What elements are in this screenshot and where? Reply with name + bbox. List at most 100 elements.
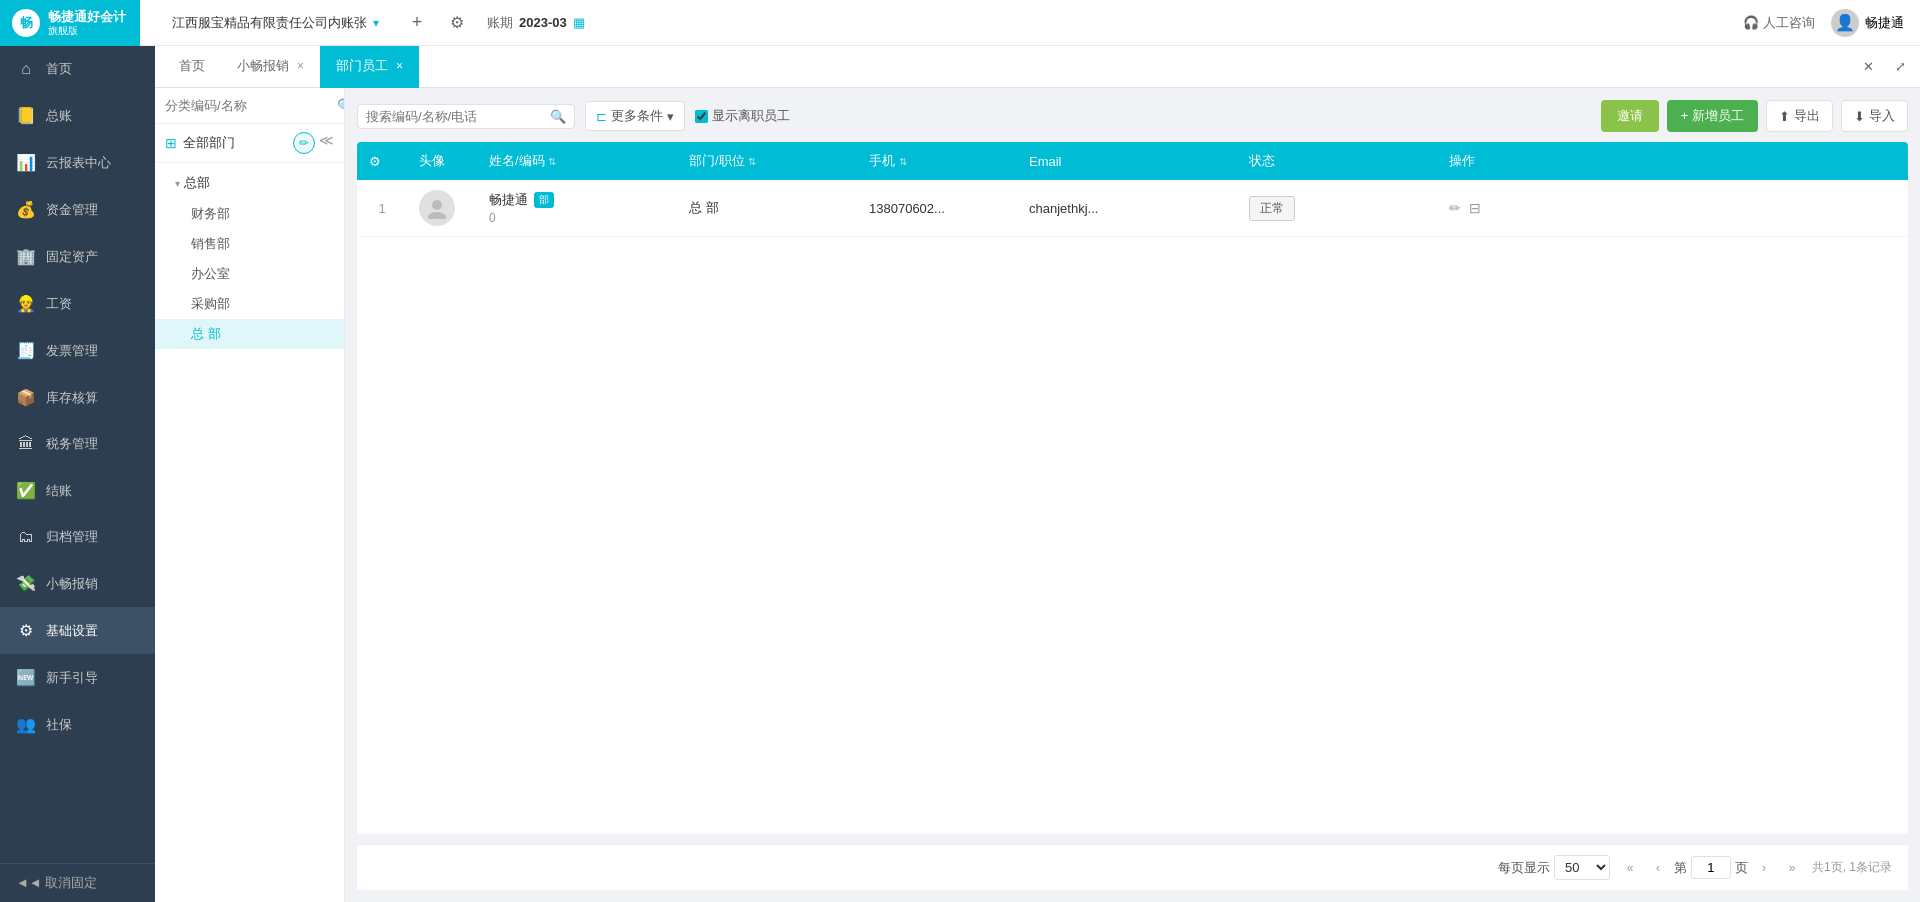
filter-button[interactable]: ⊏ 更多条件 ▾ xyxy=(585,101,685,131)
import-icon: ⬇ xyxy=(1854,109,1865,124)
sidebar-label-xiaochang: 小畅报销 xyxy=(46,575,98,593)
dept-child-finance[interactable]: 财务部 xyxy=(155,199,344,229)
dept-child-purchasing[interactable]: 采购部 xyxy=(155,289,344,319)
edit-employee-btn[interactable]: ✏ xyxy=(1449,200,1461,216)
import-button[interactable]: ⬇ 导入 xyxy=(1841,100,1908,132)
sidebar-label-settle: 结账 xyxy=(46,482,72,500)
sidebar-item-settle[interactable]: ✅ 结账 xyxy=(0,467,155,514)
cancel-fixed-button[interactable]: ◄◄ 取消固定 xyxy=(0,863,155,902)
dept-child-sales[interactable]: 销售部 xyxy=(155,229,344,259)
tab-close-all-icon[interactable]: ✕ xyxy=(1856,55,1880,79)
employee-avatar xyxy=(419,190,455,226)
calendar-icon[interactable]: ▦ xyxy=(573,15,585,30)
show-resigned-checkbox[interactable] xyxy=(695,110,708,123)
show-resigned-toggle[interactable]: 显示离职员工 xyxy=(695,107,790,125)
add-button[interactable]: + xyxy=(403,9,431,37)
sidebar-item-social[interactable]: 👥 社保 xyxy=(0,701,155,748)
invite-button[interactable]: 邀请 xyxy=(1601,100,1659,132)
settings-button[interactable]: ⚙ xyxy=(443,9,471,37)
tax-icon: 🏛 xyxy=(16,435,36,453)
dept-node-total[interactable]: ▾ 总部 xyxy=(155,167,344,199)
col-avatar: 头像 xyxy=(407,142,477,180)
add-employee-button[interactable]: + 新增员工 xyxy=(1667,100,1758,132)
export-button[interactable]: ⬆ 导出 xyxy=(1766,100,1833,132)
social-icon: 👥 xyxy=(16,715,36,734)
tab-dept-employee[interactable]: 部门员工 × xyxy=(320,46,419,88)
tab-xiaochang[interactable]: 小畅报销 × xyxy=(221,46,320,88)
sidebar-item-archive[interactable]: 🗂 归档管理 xyxy=(0,514,155,560)
user-menu[interactable]: 👤 畅捷通 xyxy=(1831,9,1904,37)
svg-point-0 xyxy=(432,200,442,210)
period-value: 2023-03 xyxy=(519,15,567,30)
sidebar-item-inventory[interactable]: 📦 库存核算 xyxy=(0,374,155,421)
all-dept-label: 全部部门 xyxy=(183,134,235,152)
tab-dept-close[interactable]: × xyxy=(396,59,403,73)
row-actions: ✏ ⊟ xyxy=(1437,180,1908,237)
row-dept: 总 部 xyxy=(677,180,857,237)
app-name: 畅捷通好会计 xyxy=(48,9,126,25)
dept-node-label: 总部 xyxy=(184,174,210,192)
sidebar-label-ledger: 总账 xyxy=(46,107,72,125)
employee-table: ⚙ 头像 姓名/编码 ⇅ 部门/职位 ⇅ xyxy=(357,142,1908,834)
export-icon: ⬆ xyxy=(1779,109,1790,124)
employee-search-icon[interactable]: 🔍 xyxy=(550,109,566,124)
dept-collapse-btn[interactable]: ≪ xyxy=(319,132,334,154)
tabs-bar: 首页 小畅报销 × 部门员工 × ✕ ⤢ xyxy=(155,46,1920,88)
row-name: 畅捷通 部 0 xyxy=(477,180,677,237)
prev-page-btn[interactable]: ‹ xyxy=(1646,856,1670,880)
guide-icon: 🆕 xyxy=(16,668,36,687)
name-sort-icon: ⇅ xyxy=(548,156,556,167)
sidebar-item-guide[interactable]: 🆕 新手引导 xyxy=(0,654,155,701)
sidebar-label-capital: 资金管理 xyxy=(46,201,98,219)
dept-edit-btn[interactable]: ✏ xyxy=(293,132,315,154)
filter-icon: ⊏ xyxy=(596,109,607,124)
sidebar-item-salary[interactable]: 👷 工资 xyxy=(0,280,155,327)
filter-arrow: ▾ xyxy=(667,109,674,124)
sidebar-item-invoice[interactable]: 🧾 发票管理 xyxy=(0,327,155,374)
last-page-btn[interactable]: » xyxy=(1780,856,1804,880)
sidebar-item-basic[interactable]: ⚙ 基础设置 xyxy=(0,607,155,654)
table-row: 1 xyxy=(357,180,1908,237)
first-page-btn[interactable]: « xyxy=(1618,856,1642,880)
sidebar-item-xiaochang[interactable]: 💸 小畅报销 xyxy=(0,560,155,607)
app-logo: 畅 畅捷通好会计 旗舰版 xyxy=(0,0,140,46)
svg-point-1 xyxy=(428,212,446,219)
col-settings[interactable]: ⚙ xyxy=(357,142,407,180)
sidebar-item-ledger[interactable]: 📒 总账 xyxy=(0,92,155,139)
sidebar-item-assets[interactable]: 🏢 固定资产 xyxy=(0,233,155,280)
col-phone[interactable]: 手机 ⇅ xyxy=(857,142,1017,180)
tab-expand-icon[interactable]: ⤢ xyxy=(1888,55,1912,79)
dept-child-office[interactable]: 办公室 xyxy=(155,259,344,289)
sidebar-item-capital[interactable]: 💰 资金管理 xyxy=(0,186,155,233)
sidebar-item-home[interactable]: ⌂ 首页 xyxy=(0,46,155,92)
home-icon: ⌂ xyxy=(16,60,36,78)
sidebar-item-reports[interactable]: 📊 云报表中心 xyxy=(0,139,155,186)
app-sub: 旗舰版 xyxy=(48,25,126,37)
col-name[interactable]: 姓名/编码 ⇅ xyxy=(477,142,677,180)
sidebar-label-social: 社保 xyxy=(46,716,72,734)
row-avatar xyxy=(407,180,477,237)
tab-home[interactable]: 首页 xyxy=(163,46,221,88)
sidebar-label-tax: 税务管理 xyxy=(46,435,98,453)
company-selector[interactable]: 江西服宝精品有限责任公司内账张 ▾ xyxy=(156,14,379,32)
dept-child-headquarters[interactable]: 总 部 xyxy=(155,319,344,349)
next-page-btn[interactable]: › xyxy=(1752,856,1776,880)
sidebar-item-tax[interactable]: 🏛 税务管理 xyxy=(0,421,155,467)
row-phone: 138070602... xyxy=(857,180,1017,237)
tab-xiaochang-close[interactable]: × xyxy=(297,59,304,73)
dept-search-input[interactable] xyxy=(165,98,333,113)
sidebar-label-archive: 归档管理 xyxy=(46,528,98,546)
page-number-input[interactable] xyxy=(1691,856,1731,879)
sidebar-label-invoice: 发票管理 xyxy=(46,342,98,360)
support-button[interactable]: 🎧 人工咨询 xyxy=(1743,14,1815,32)
dept-search-icon[interactable]: 🔍 xyxy=(337,98,345,113)
sidebar-label-assets: 固定资产 xyxy=(46,248,98,266)
row-index: 1 xyxy=(357,180,407,237)
logout-employee-btn[interactable]: ⊟ xyxy=(1469,200,1481,216)
col-dept[interactable]: 部门/职位 ⇅ xyxy=(677,142,857,180)
basic-icon: ⚙ xyxy=(16,621,36,640)
per-page-select[interactable]: 50 10 20 100 xyxy=(1554,855,1610,880)
employee-search-input[interactable] xyxy=(366,109,546,124)
col-actions: 操作 xyxy=(1437,142,1908,180)
invoice-icon: 🧾 xyxy=(16,341,36,360)
